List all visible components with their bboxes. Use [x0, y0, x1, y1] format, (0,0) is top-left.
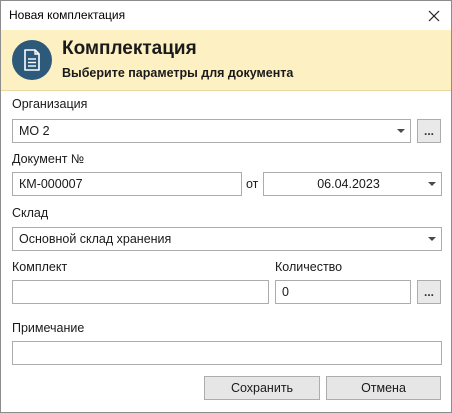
quantity-browse-button[interactable]: ...: [417, 280, 441, 304]
note-label: Примечание: [12, 321, 85, 335]
document-date-picker[interactable]: 06.04.2023: [263, 172, 442, 196]
kit-field[interactable]: [12, 280, 269, 304]
dialog-window: Новая комплектация Комплектация Выберите…: [0, 0, 452, 413]
warehouse-value: Основной склад хранения: [19, 232, 172, 246]
note-field[interactable]: [12, 341, 442, 365]
quantity-label: Количество: [275, 260, 343, 274]
title-bar: Новая комплектация: [1, 1, 451, 30]
document-icon: [12, 40, 52, 80]
quantity-value: 0: [282, 285, 289, 299]
dialog-header: Комплектация Выберите параметры для доку…: [1, 30, 451, 91]
organization-value: МО 2: [19, 124, 50, 138]
document-date-value: 06.04.2023: [317, 177, 380, 191]
window-title: Новая комплектация: [9, 8, 126, 22]
document-label: Документ №: [12, 152, 85, 166]
organization-label: Организация: [12, 97, 88, 111]
close-button[interactable]: [417, 1, 451, 30]
document-number-value: КМ-000007: [19, 177, 83, 191]
chevron-down-icon: [428, 237, 436, 241]
header-title: Комплектация: [62, 38, 197, 59]
document-number-field[interactable]: КМ-000007: [12, 172, 242, 196]
chevron-down-icon: [428, 182, 436, 186]
warehouse-select[interactable]: Основной склад хранения: [12, 227, 442, 251]
date-prefix-label: от: [246, 177, 259, 191]
header-subtitle: Выберите параметры для документа: [62, 66, 294, 80]
cancel-button[interactable]: Отмена: [326, 376, 441, 400]
chevron-down-icon: [397, 129, 405, 133]
organization-browse-button[interactable]: ...: [417, 119, 441, 143]
close-icon: [428, 10, 440, 21]
save-button[interactable]: Сохранить: [204, 376, 320, 400]
kit-label: Комплект: [12, 260, 68, 274]
quantity-field[interactable]: 0: [275, 280, 411, 304]
organization-select[interactable]: МО 2: [12, 119, 411, 143]
warehouse-label: Склад: [12, 206, 49, 220]
